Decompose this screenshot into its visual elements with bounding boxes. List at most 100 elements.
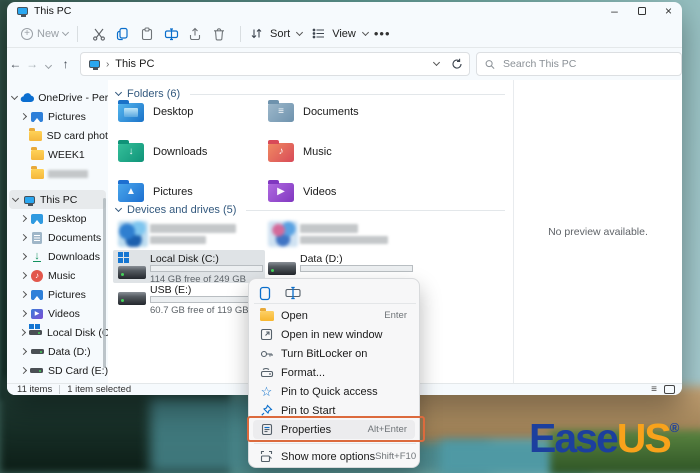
menu-item-pin-to-quick-access[interactable]: ☆ Pin to Quick access: [249, 382, 419, 401]
folder-tile-desktop[interactable]: Desktop: [118, 99, 258, 123]
sidebar-item-documents[interactable]: Documents: [7, 228, 108, 247]
new-button[interactable]: + New: [21, 27, 70, 40]
pictures-icon: [30, 110, 44, 123]
rename-button[interactable]: [160, 23, 182, 45]
sidebar-item-this-pc[interactable]: This PC: [9, 190, 106, 209]
menu-item-turn-bitlocker-on[interactable]: Turn BitLocker on: [249, 344, 419, 363]
sidebar-item-local-disk-c[interactable]: Local Disk (C:): [7, 323, 108, 342]
desktop-folder-icon: [118, 99, 144, 122]
sidebar-item-redacted[interactable]: [7, 164, 108, 183]
format-drive-icon: [259, 367, 274, 379]
pictures-folder-icon: ▲: [118, 179, 144, 202]
redacted-label: [150, 236, 206, 244]
devices-group-header[interactable]: Devices and drives (5): [114, 204, 505, 216]
redacted-label: [48, 169, 88, 178]
cut-button[interactable]: [88, 23, 110, 45]
chevron-right-icon: [19, 214, 28, 223]
preview-pane: No preview available.: [513, 80, 682, 383]
sidebar-item-downloads[interactable]: ↓ Downloads: [7, 247, 108, 266]
sidebar-item-pictures[interactable]: Pictures: [7, 285, 108, 304]
this-pc-icon: [22, 193, 36, 206]
address-bar[interactable]: › This PC: [79, 52, 470, 76]
hard-drive-icon: [268, 262, 296, 275]
breadcrumb[interactable]: This PC: [115, 58, 154, 70]
documents-icon: [30, 231, 44, 244]
sort-button[interactable]: Sort: [250, 27, 304, 40]
folder-icon: [30, 147, 44, 161]
capacity-bar: [300, 265, 413, 272]
sidebar-item-sd-card-photos[interactable]: SD card photos: [7, 126, 108, 145]
delete-button[interactable]: [208, 23, 230, 45]
search-input[interactable]: [501, 57, 673, 71]
folder-tile-downloads[interactable]: ↓ Downloads: [118, 139, 258, 163]
copy-icon[interactable]: [259, 286, 271, 301]
collapse-icon: [114, 204, 123, 213]
folder-tile-music[interactable]: ♪ Music: [268, 139, 408, 163]
menu-item-format[interactable]: Format...: [249, 363, 419, 382]
chevron-down-icon: [11, 92, 19, 100]
paste-icon: [141, 26, 153, 40]
address-dropdown-icon[interactable]: [432, 58, 441, 67]
maximize-button[interactable]: [628, 2, 655, 20]
chevron-right-icon: [19, 233, 28, 242]
folder-tile-videos[interactable]: ▶ Videos: [268, 179, 408, 203]
sidebar-item-desktop[interactable]: Desktop: [7, 209, 108, 228]
search-box[interactable]: [476, 52, 682, 76]
chevron-right-icon: [19, 347, 28, 356]
folder-icon: [29, 128, 43, 142]
chevron-right-icon: [19, 112, 28, 121]
share-button[interactable]: [184, 23, 206, 45]
minimize-button[interactable]: –: [601, 2, 628, 20]
onedrive-cloud-icon: [20, 91, 35, 104]
up-button[interactable]: ↑: [57, 57, 74, 71]
sidebar-scrollbar[interactable]: [103, 198, 106, 368]
paste-button[interactable]: [136, 23, 158, 45]
capacity-bar: [150, 265, 263, 272]
back-button[interactable]: ←: [7, 57, 24, 71]
music-folder-icon: ♪: [268, 139, 294, 162]
documents-folder-icon: ≡: [268, 99, 294, 122]
sidebar-item-sd-card-e[interactable]: SD Card (E:): [7, 361, 108, 380]
folders-group-header[interactable]: Folders (6): [114, 88, 505, 100]
sidebar-item-videos[interactable]: ▶ Videos: [7, 304, 108, 323]
refresh-icon[interactable]: [451, 58, 463, 70]
sidebar-item-music[interactable]: ♪ Music: [7, 266, 108, 285]
title-bar[interactable]: This PC – ×: [7, 2, 682, 20]
redacted-label: [150, 224, 236, 233]
rename-icon[interactable]: [285, 286, 302, 300]
redacted-drive-icon: [268, 221, 298, 247]
folder-tile-pictures[interactable]: ▲ Pictures: [118, 179, 258, 203]
breadcrumb-separator-icon: ›: [105, 58, 110, 70]
new-window-icon: [259, 328, 274, 341]
brand-text-blue: Ease: [529, 415, 619, 461]
view-button[interactable]: View: [312, 27, 369, 40]
details-view-icon[interactable]: ≡: [651, 384, 657, 395]
this-pc-icon: [17, 7, 28, 17]
close-button[interactable]: ×: [655, 2, 682, 20]
chevron-right-icon: [19, 366, 28, 375]
address-row: ← → ↑ › This PC: [7, 48, 682, 80]
view-label: View: [332, 27, 356, 40]
sidebar-item-week1[interactable]: WEEK1: [7, 145, 108, 164]
downloads-icon: ↓: [33, 250, 41, 262]
menu-item-open-in-new-window[interactable]: Open in new window: [249, 325, 419, 344]
recent-locations-button[interactable]: [40, 57, 57, 71]
menu-item-open[interactable]: Open Enter: [249, 306, 419, 325]
sidebar-item-data-d[interactable]: Data (D:): [7, 342, 108, 361]
trash-icon: [214, 27, 225, 40]
scissors-icon: [93, 28, 105, 41]
drive-icon: [29, 324, 43, 339]
navigation-pane: OneDrive - Person Pictures SD card photo…: [7, 80, 108, 383]
desktop-icon: [30, 212, 44, 225]
copy-button[interactable]: [112, 23, 134, 45]
new-label: New: [37, 27, 60, 40]
sidebar-item-od-pictures[interactable]: Pictures: [7, 107, 108, 126]
chevron-down-icon: [61, 28, 70, 36]
more-options-button[interactable]: •••: [374, 26, 391, 41]
large-icons-view-icon[interactable]: [664, 385, 675, 394]
sidebar-item-onedrive[interactable]: OneDrive - Person: [7, 88, 108, 107]
folder-tile-documents[interactable]: ≡ Documents: [268, 99, 408, 123]
forward-button[interactable]: →: [24, 57, 41, 71]
search-icon: [485, 59, 495, 69]
menu-item-show-more-options[interactable]: Show more options Shift+F10: [249, 447, 419, 466]
